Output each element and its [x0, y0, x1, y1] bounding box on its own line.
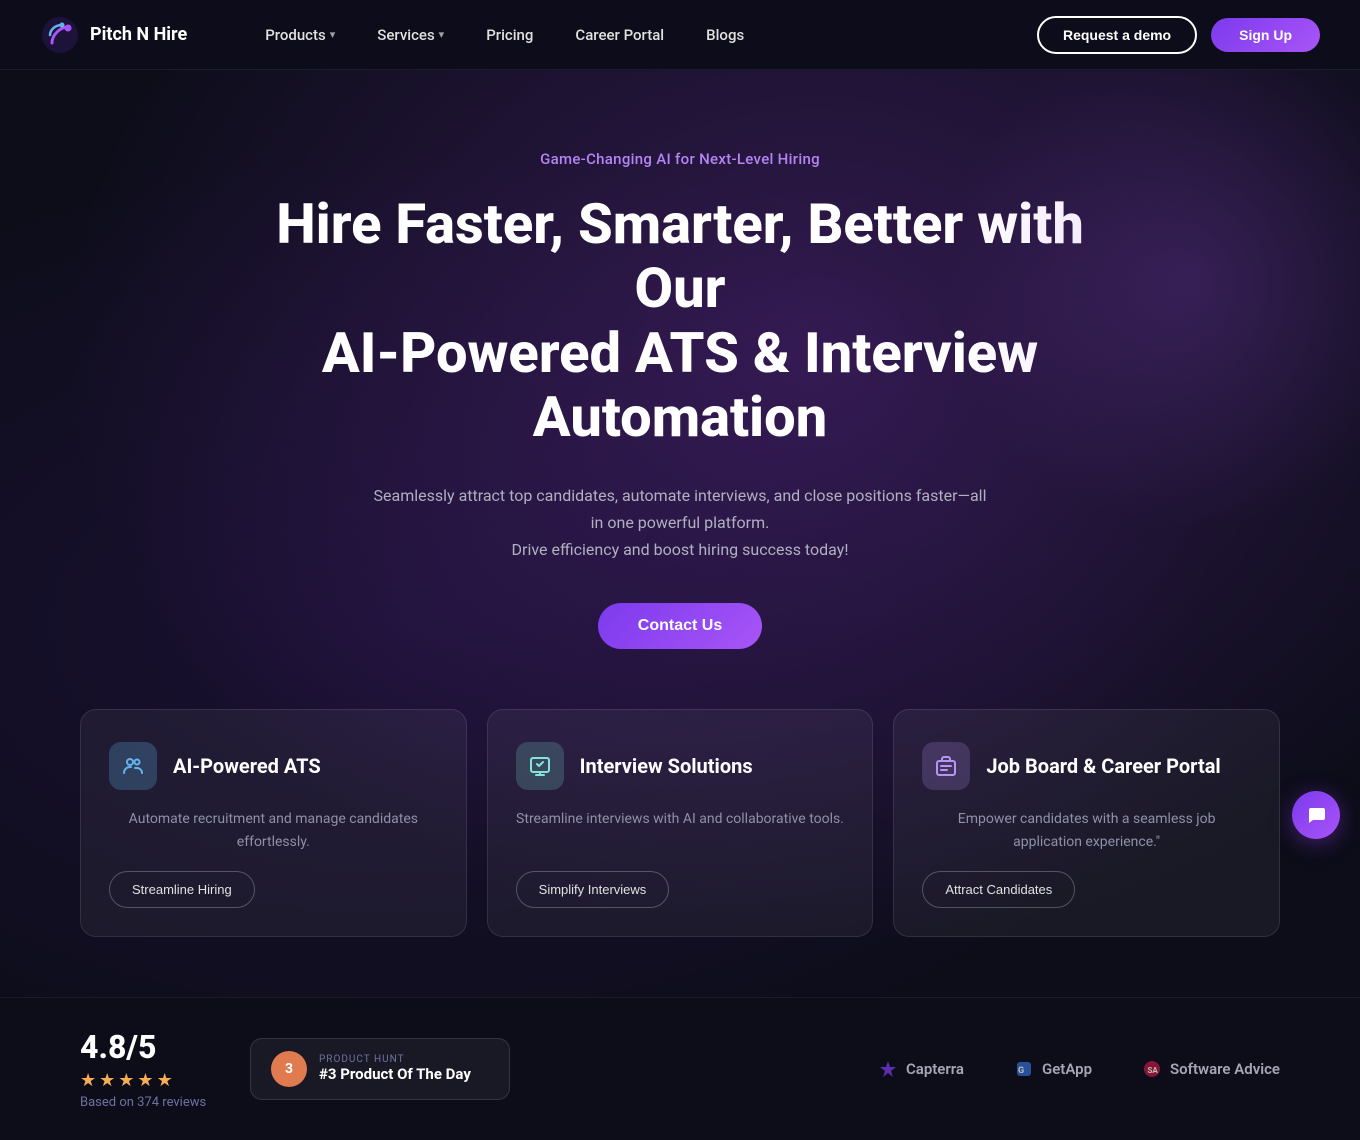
stars-row: ★ ★ ★ ★ ★ [80, 1070, 210, 1091]
capterra-logo: Capterra [878, 1059, 964, 1079]
software-advice-logo: SA Software Advice [1142, 1059, 1280, 1079]
nav-item-pricing[interactable]: Pricing [468, 18, 551, 52]
hero-title: Hire Faster, Smarter, Better with Our AI… [250, 192, 1110, 450]
hero-subtitle: Seamlessly attract top candidates, autom… [370, 482, 990, 564]
sign-up-button[interactable]: Sign Up [1211, 18, 1320, 52]
partner-logos: Capterra G GetApp SA Software Advice [550, 1059, 1280, 1079]
streamline-hiring-button[interactable]: Streamline Hiring [109, 871, 255, 908]
software-advice-icon: SA [1142, 1059, 1162, 1079]
rating-block: 4.8/5 ★ ★ ★ ★ ★ Based on 374 reviews [80, 1028, 210, 1110]
star-4: ★ [137, 1070, 153, 1091]
brand-logo-icon [40, 15, 80, 55]
getapp-logo: G GetApp [1014, 1059, 1092, 1079]
nav-item-products[interactable]: Products ▾ [247, 18, 353, 52]
navbar: Pitch N Hire Products ▾ Services ▾ Prici… [0, 0, 1360, 70]
bottom-bar: 4.8/5 ★ ★ ★ ★ ★ Based on 374 reviews 3 P… [0, 997, 1360, 1140]
card-jobboard-desc: Empower candidates with a seamless job a… [922, 808, 1251, 853]
contact-us-button[interactable]: Contact Us [598, 603, 762, 649]
chat-bubble-button[interactable] [1292, 791, 1340, 839]
star-2: ★ [99, 1070, 115, 1091]
feature-cards-grid: AI-Powered ATS Automate recruitment and … [80, 709, 1280, 937]
star-5: ★ [157, 1070, 173, 1091]
nav-item-blogs[interactable]: Blogs [688, 18, 762, 52]
chat-icon [1305, 804, 1327, 826]
chevron-down-icon: ▾ [439, 28, 445, 41]
svg-text:G: G [1018, 1066, 1024, 1076]
simplify-interviews-button[interactable]: Simplify Interviews [516, 871, 670, 908]
jobboard-icon [922, 742, 970, 790]
card-ats-title: AI-Powered ATS [173, 754, 321, 778]
card-ats-header: AI-Powered ATS [109, 742, 438, 790]
nav-actions: Request a demo Sign Up [1037, 16, 1320, 54]
hero-tagline: Game-Changing AI for Next-Level Hiring [540, 150, 820, 168]
ph-title: #3 Product Of The Day [319, 1065, 471, 1083]
ph-text-block: PRODUCT HUNT #3 Product Of The Day [319, 1054, 471, 1083]
card-jobboard-header: Job Board & Career Portal [922, 742, 1251, 790]
card-jobboard-title: Job Board & Career Portal [986, 754, 1220, 778]
card-interview: Interview Solutions Streamline interview… [487, 709, 874, 937]
card-interview-header: Interview Solutions [516, 742, 845, 790]
getapp-icon: G [1014, 1059, 1034, 1079]
ats-icon [109, 742, 157, 790]
reviews-text: Based on 374 reviews [80, 1095, 210, 1110]
nav-item-career-portal[interactable]: Career Portal [557, 18, 682, 52]
chevron-down-icon: ▾ [330, 28, 336, 41]
card-interview-title: Interview Solutions [580, 754, 753, 778]
capterra-icon [878, 1059, 898, 1079]
brand-name-text: Pitch N Hire [90, 24, 187, 45]
product-hunt-badge: 3 PRODUCT HUNT #3 Product Of The Day [250, 1038, 510, 1100]
card-jobboard: Job Board & Career Portal Empower candid… [893, 709, 1280, 937]
star-1: ★ [80, 1070, 96, 1091]
svg-text:SA: SA [1148, 1066, 1159, 1075]
attract-candidates-button[interactable]: Attract Candidates [922, 871, 1075, 908]
star-3: ★ [118, 1070, 134, 1091]
card-ats: AI-Powered ATS Automate recruitment and … [80, 709, 467, 937]
request-demo-button[interactable]: Request a demo [1037, 16, 1197, 54]
nav-item-services[interactable]: Services ▾ [359, 18, 462, 52]
card-interview-desc: Streamline interviews with AI and collab… [516, 808, 845, 853]
brand-logo-link[interactable]: Pitch N Hire [40, 15, 187, 55]
hero-section: Game-Changing AI for Next-Level Hiring H… [0, 70, 1360, 997]
ph-label: PRODUCT HUNT [319, 1054, 471, 1065]
nav-links: Products ▾ Services ▾ Pricing Career Por… [247, 18, 1037, 52]
ph-number: 3 [271, 1051, 307, 1087]
rating-number: 4.8/5 [80, 1028, 210, 1066]
card-ats-desc: Automate recruitment and manage candidat… [109, 808, 438, 853]
interview-icon [516, 742, 564, 790]
